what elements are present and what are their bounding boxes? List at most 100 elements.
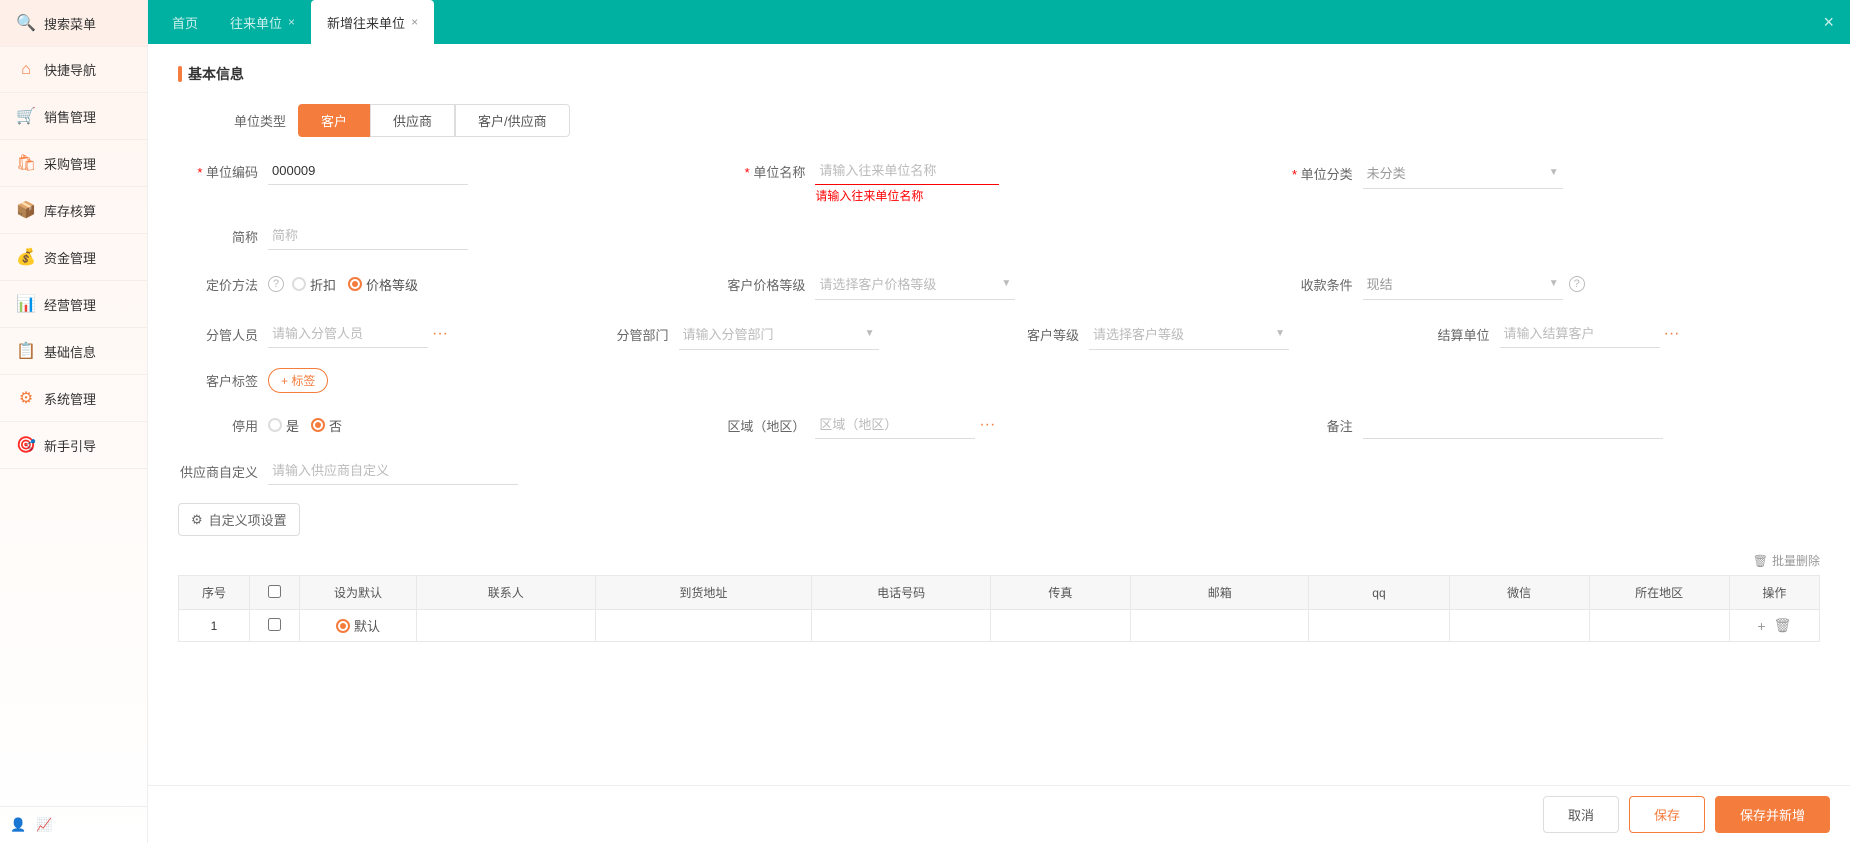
abbreviation-input[interactable] — [268, 222, 468, 250]
unit-type-both-btn[interactable]: 客户/供应商 — [455, 104, 570, 137]
select-all-checkbox[interactable] — [268, 585, 281, 598]
sidebar-item-guide[interactable]: 🎯 新手引导 — [0, 422, 147, 469]
td-phone[interactable] — [812, 610, 990, 642]
fax-input[interactable] — [1030, 618, 1090, 633]
unit-type-customer-btn[interactable]: 客户 — [298, 104, 370, 137]
supplier-custom-label: 供应商自定义 — [178, 462, 268, 481]
disabled-radio-no[interactable]: 否 — [311, 416, 342, 435]
th-contact: 联系人 — [417, 576, 595, 610]
th-checkbox[interactable] — [250, 576, 300, 610]
wechat-input[interactable] — [1489, 618, 1549, 633]
tab-new-partner-close[interactable]: × — [411, 16, 418, 28]
save-and-new-button[interactable]: 保存并新增 — [1715, 796, 1830, 833]
field-settlement-unit: 结算单位 ··· — [1410, 320, 1821, 348]
td-seq: 1 — [179, 610, 250, 642]
settlement-more-btn[interactable]: ··· — [1660, 325, 1684, 343]
sidebar-item-finance[interactable]: 💰 资金管理 — [0, 234, 147, 281]
delete-row-button[interactable]: 🗑 — [1774, 617, 1792, 634]
unit-name-input[interactable] — [815, 157, 999, 185]
unit-code-input[interactable] — [268, 157, 468, 185]
tab-partner[interactable]: 往来单位 × — [214, 0, 311, 44]
table-toolbar: 🗑 批量删除 — [178, 552, 1820, 569]
add-row-button[interactable]: + — [1757, 618, 1765, 634]
unit-category-select[interactable]: 未分类 ▼ — [1363, 157, 1563, 189]
td-checkbox[interactable] — [250, 610, 300, 642]
stats-icon: 📈 — [36, 817, 52, 833]
sidebar-item-quick-nav[interactable]: ⌂ 快捷导航 — [0, 47, 147, 93]
custom-settings-button[interactable]: ⚙ 自定义项设置 — [178, 503, 300, 536]
contact-input[interactable] — [466, 618, 546, 633]
window-close-button[interactable]: × — [1815, 8, 1842, 37]
add-tag-button[interactable]: + 标签 — [268, 368, 328, 393]
tab-home[interactable]: 首页 — [156, 0, 214, 44]
pricing-help-icon[interactable]: ? — [268, 276, 284, 292]
disabled-radio-yes[interactable]: 是 — [268, 416, 299, 435]
batch-delete-button[interactable]: 🗑 批量删除 — [1753, 552, 1820, 569]
td-region[interactable] — [1589, 610, 1729, 642]
customer-price-select[interactable]: 请选择客户价格等级 ▼ — [815, 268, 1015, 300]
sidebar-label-inventory: 库存核算 — [44, 201, 96, 220]
main-content: 首页 往来单位 × 新增往来单位 × × 基本信息 单位类型 客户 供应商 客户… — [148, 0, 1850, 843]
field-unit-code: 单位编码 — [178, 157, 725, 185]
region-table-input[interactable] — [1629, 618, 1689, 633]
sidebar-item-system[interactable]: ⚙ 系统管理 — [0, 375, 147, 422]
payment-terms-select[interactable]: 现结 ▼ — [1363, 268, 1563, 300]
qq-input[interactable] — [1349, 618, 1409, 633]
manager-input[interactable] — [268, 320, 428, 348]
disabled-radio-group: 是 否 — [268, 416, 342, 435]
chevron-down-dept-icon: ▼ — [865, 328, 875, 339]
td-contact[interactable] — [417, 610, 595, 642]
pricing-radio-discount[interactable]: 折扣 — [292, 275, 336, 294]
customer-level-placeholder: 请选择客户等级 — [1093, 324, 1184, 343]
disabled-label: 停用 — [178, 416, 268, 435]
td-wechat[interactable] — [1449, 610, 1589, 642]
payment-help-icon[interactable]: ? — [1569, 276, 1585, 292]
radio-discount-circle — [292, 277, 306, 291]
unit-type-supplier-btn[interactable]: 供应商 — [370, 104, 455, 137]
default-radio[interactable]: 默认 — [306, 616, 410, 635]
sidebar-item-sales[interactable]: 🛒 销售管理 — [0, 93, 147, 140]
td-qq[interactable] — [1309, 610, 1449, 642]
row-supplier-custom: 供应商自定义 — [178, 457, 1820, 485]
sidebar-label-sales: 销售管理 — [44, 107, 96, 126]
td-address[interactable] — [595, 610, 812, 642]
remarks-label: 备注 — [1273, 416, 1363, 435]
sidebar-item-operations[interactable]: 📊 经营管理 — [0, 281, 147, 328]
sidebar-item-purchase[interactable]: 🛍 采购管理 — [0, 140, 147, 187]
tab-new-partner-label: 新增往来单位 — [327, 13, 405, 32]
field-unit-category: 单位分类 未分类 ▼ — [1273, 157, 1820, 189]
add-tag-label: + 标签 — [281, 372, 315, 389]
region-more-btn[interactable]: ··· — [975, 416, 999, 434]
settlement-input[interactable] — [1500, 320, 1660, 348]
td-email[interactable] — [1130, 610, 1308, 642]
row-pricing: 定价方法 ? 折扣 价格等级 客户价格等级 请选择客户价格等级 — [178, 268, 1820, 300]
radio-no-circle — [311, 418, 325, 432]
sidebar-item-search[interactable]: 🔍 搜索菜单 — [0, 0, 147, 47]
region-input[interactable] — [815, 411, 975, 439]
unit-type-row: 单位类型 客户 供应商 客户/供应商 — [178, 104, 1820, 137]
row-checkbox[interactable] — [268, 618, 281, 631]
address-input[interactable] — [653, 618, 753, 633]
tab-new-partner[interactable]: 新增往来单位 × — [311, 0, 434, 44]
cancel-button[interactable]: 取消 — [1543, 796, 1619, 833]
sidebar-item-inventory[interactable]: 📦 库存核算 — [0, 187, 147, 234]
sidebar-bottom[interactable]: 👤 📈 — [0, 806, 147, 843]
payment-terms-value: 现结 — [1367, 274, 1393, 293]
remarks-input[interactable] — [1363, 411, 1663, 439]
tab-partner-close[interactable]: × — [288, 16, 295, 28]
save-button[interactable]: 保存 — [1629, 796, 1705, 833]
pricing-radio-level[interactable]: 价格等级 — [348, 275, 418, 294]
section-bar — [178, 66, 182, 82]
td-fax[interactable] — [990, 610, 1130, 642]
guide-icon: 🎯 — [16, 435, 36, 455]
department-select[interactable]: 请输入分管部门 ▼ — [679, 318, 879, 350]
phone-input[interactable] — [861, 618, 941, 633]
contact-table: 序号 设为默认 联系人 到货地址 电话号码 传真 邮箱 qq 微信 所在地区 操… — [178, 575, 1820, 642]
manager-more-btn[interactable]: ··· — [428, 325, 452, 343]
supplier-custom-input[interactable] — [268, 457, 518, 485]
sales-icon: 🛒 — [16, 106, 36, 126]
bottom-bar: 取消 保存 保存并新增 — [148, 785, 1850, 843]
email-input[interactable] — [1180, 618, 1260, 633]
sidebar-item-basic-info[interactable]: 📋 基础信息 — [0, 328, 147, 375]
customer-level-select[interactable]: 请选择客户等级 ▼ — [1089, 318, 1289, 350]
